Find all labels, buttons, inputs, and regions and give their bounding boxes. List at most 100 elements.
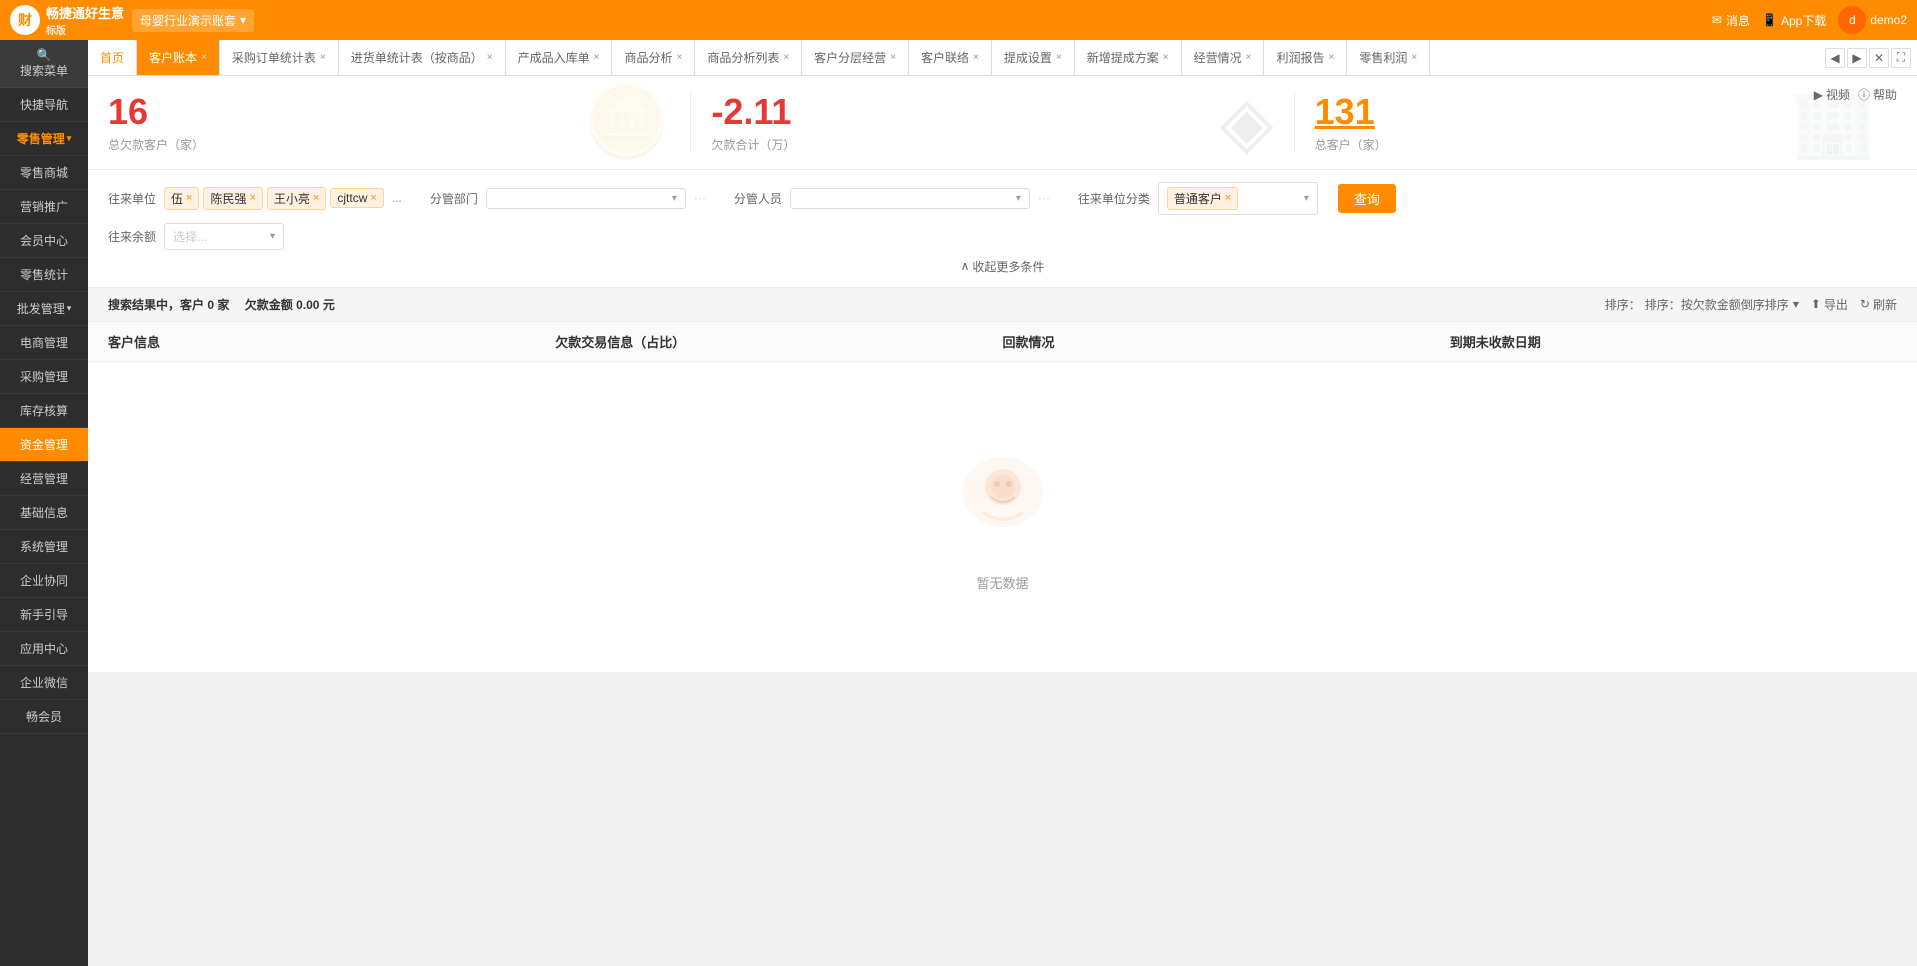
search-icon: 🔍 (37, 48, 52, 62)
tab-close-icon[interactable]: × (1163, 52, 1169, 63)
tab-product-inbound[interactable]: 产成品入库单× (506, 40, 613, 76)
sidebar-search[interactable]: 🔍 搜索菜单 (0, 40, 88, 88)
sidebar-quick-nav[interactable]: 快捷导航 (0, 88, 88, 122)
dept-filter-extra[interactable]: ··· (694, 191, 706, 205)
unit-category-caret: ▾ (1304, 193, 1309, 204)
stat-value-0: 16 (108, 92, 148, 132)
refresh-button[interactable]: ↻ 刷新 (1860, 296, 1897, 313)
sidebar-item-inventory-check[interactable]: 库存核算 (0, 394, 88, 428)
query-button[interactable]: 查询 (1338, 184, 1396, 213)
tab-customer-account[interactable]: 客户账本× (137, 40, 220, 76)
unit-tag-陈民强: 陈民强× (203, 187, 262, 210)
top-bar: 财 畅捷通好生意 标版 母婴行业演示账套 ▾ ✉ 消息 📱 App下载 d (0, 0, 1917, 40)
unit-filter-tags: 伍×陈民强×王小亮×cjttcw× (164, 187, 384, 210)
results-summary: 搜索结果中，客户 0 家 欠款金额 0.00 元 (108, 296, 335, 313)
staff-filter-select[interactable]: ▾ (790, 188, 1030, 209)
collapse-icon: ∧ (961, 259, 970, 273)
tab-close-icon[interactable]: × (594, 52, 600, 63)
sidebar-item-member-center[interactable]: 会员中心 (0, 224, 88, 258)
unit-tag-remove-icon[interactable]: × (249, 192, 255, 204)
page-content: ▶ 视频 ⓘ 帮助 🪙 16 总欠款客户（家） ◈ -2.11 欠款合计（万） … (88, 76, 1917, 966)
tab-bar-controls: ◀ ▶ ✕ ⛶ (1819, 48, 1917, 68)
sort-select[interactable]: 排序： 排序：按欠款金额倒序排序 ▾ (1605, 296, 1799, 313)
sidebar: 🔍 搜索菜单 快捷导航 零售管理▾零售商城营销推广会员中心零售统计批发管理▾电商… (0, 40, 88, 966)
sidebar-item-enterprise-wechat[interactable]: 企业微信 (0, 666, 88, 700)
staff-filter-extra[interactable]: ··· (1038, 191, 1050, 205)
sidebar-item-system-mgmt[interactable]: 系统管理 (0, 530, 88, 564)
unit-filter-more[interactable]: ... (392, 191, 402, 205)
sidebar-search-label: 搜索菜单 (8, 62, 80, 79)
tab-prev-button[interactable]: ◀ (1825, 48, 1845, 68)
staff-filter-label: 分管人员 (734, 190, 782, 207)
sidebar-item-purchase-mgmt[interactable]: 采购管理 (0, 360, 88, 394)
collapse-button[interactable]: ∧ 收起更多条件 (961, 258, 1045, 275)
sidebar-item-retail-mgmt[interactable]: 零售管理▾ (0, 122, 88, 156)
tab-close-icon[interactable]: × (1056, 52, 1062, 63)
sidebar-item-retail-stats[interactable]: 零售统计 (0, 258, 88, 292)
sidebar-item-enterprise-coop[interactable]: 企业协同 (0, 564, 88, 598)
export-button[interactable]: ⬆ 导出 (1811, 296, 1848, 313)
tab-operation-status[interactable]: 经营情况× (1182, 40, 1265, 76)
logo-area: 财 畅捷通好生意 标版 (10, 3, 124, 37)
tab-profit-report[interactable]: 利润报告× (1264, 40, 1347, 76)
unit-tag-remove-icon[interactable]: × (370, 192, 376, 204)
sidebar-item-basic-info[interactable]: 基础信息 (0, 496, 88, 530)
sidebar-item-finance-mgmt[interactable]: 资金管理 (0, 428, 88, 462)
sidebar-item-vip-member[interactable]: 畅会员 (0, 700, 88, 734)
tab-inbound-stats-product[interactable]: 进货单统计表（按商品）× (339, 40, 506, 76)
stat-label-2: 总客户（家） (1315, 136, 1387, 153)
tab-home[interactable]: 首页 (88, 40, 137, 76)
tab-close-icon[interactable]: × (890, 52, 896, 63)
tab-close-icon[interactable]: × (676, 52, 682, 63)
tab-close-icon[interactable]: × (1411, 52, 1417, 63)
unit-tag-remove-icon[interactable]: × (313, 192, 319, 204)
avatar: d (1838, 6, 1866, 34)
dept-filter-select[interactable]: ▾ (486, 188, 686, 209)
sidebar-item-wholesale-mgmt[interactable]: 批发管理▾ (0, 292, 88, 326)
tab-product-analysis[interactable]: 商品分析× (612, 40, 695, 76)
empty-text: 暂无数据 (976, 573, 1028, 592)
tab-tip-settings[interactable]: 提成设置× (992, 40, 1075, 76)
message-button[interactable]: ✉ 消息 (1712, 12, 1750, 29)
results-bar: 搜索结果中，客户 0 家 欠款金额 0.00 元 排序： 排序：按欠款金额倒序排… (88, 288, 1917, 322)
sidebar-item-marketing[interactable]: 营销推广 (0, 190, 88, 224)
stat-value-2[interactable]: 131 (1315, 92, 1375, 132)
sidebar-item-app-center[interactable]: 应用中心 (0, 632, 88, 666)
company-selector[interactable]: 母婴行业演示账套 ▾ (132, 9, 254, 32)
sidebar-item-ecommerce-mgmt[interactable]: 电商管理 (0, 326, 88, 360)
dept-filter-label: 分管部门 (430, 190, 478, 207)
user-avatar[interactable]: d demo2 (1838, 6, 1907, 34)
unit-category-select[interactable]: 普通客户× ▾ (1158, 182, 1318, 215)
collapse-row: ∧ 收起更多条件 (108, 258, 1897, 275)
tab-close-icon[interactable]: × (783, 52, 789, 63)
unit-tag-remove-icon[interactable]: × (186, 192, 192, 204)
logo-icon: 财 (10, 5, 40, 35)
tab-product-analysis-list[interactable]: 商品分析列表× (695, 40, 802, 76)
tab-new-tip-plan[interactable]: 新增提成方案× (1075, 40, 1182, 76)
tab-close-icon[interactable]: × (201, 52, 207, 63)
tab-retail-profit[interactable]: 零售利润× (1347, 40, 1430, 76)
unit-cat-tag-普通客户: 普通客户× (1167, 187, 1238, 210)
tab-next-button[interactable]: ▶ (1847, 48, 1867, 68)
tab-close-icon[interactable]: × (487, 52, 493, 63)
tab-bar: 首页客户账本×采购订单统计表×进货单统计表（按商品）×产成品入库单×商品分析×商… (88, 40, 1917, 76)
content-area: 首页客户账本×采购订单统计表×进货单统计表（按商品）×产成品入库单×商品分析×商… (88, 40, 1917, 966)
sidebar-item-retail-mall[interactable]: 零售商城 (0, 156, 88, 190)
tab-close-all-button[interactable]: ✕ (1869, 48, 1889, 68)
tab-close-icon[interactable]: × (1246, 52, 1252, 63)
remain-amount-select[interactable]: 选择... ▾ (164, 223, 284, 250)
chevron-icon: ▾ (67, 303, 72, 314)
app-download-button[interactable]: 📱 App下载 (1762, 12, 1826, 29)
message-icon: ✉ (1712, 13, 1722, 27)
tab-close-icon[interactable]: × (973, 52, 979, 63)
sidebar-item-newbie-guide[interactable]: 新手引导 (0, 598, 88, 632)
tab-purchase-order-stats[interactable]: 采购订单统计表× (220, 40, 339, 76)
tab-close-icon[interactable]: × (1328, 52, 1334, 63)
sidebar-item-operation-mgmt[interactable]: 经营管理 (0, 462, 88, 496)
tab-close-icon[interactable]: × (320, 52, 326, 63)
tab-customer-tier[interactable]: 客户分层经营× (802, 40, 909, 76)
tab-expand-button[interactable]: ⛶ (1891, 48, 1911, 68)
top-bar-right: ✉ 消息 📱 App下载 d demo2 (1712, 6, 1907, 34)
unit-cat-tag-remove-icon[interactable]: × (1225, 192, 1231, 204)
tab-customer-contact[interactable]: 客户联络× (909, 40, 992, 76)
